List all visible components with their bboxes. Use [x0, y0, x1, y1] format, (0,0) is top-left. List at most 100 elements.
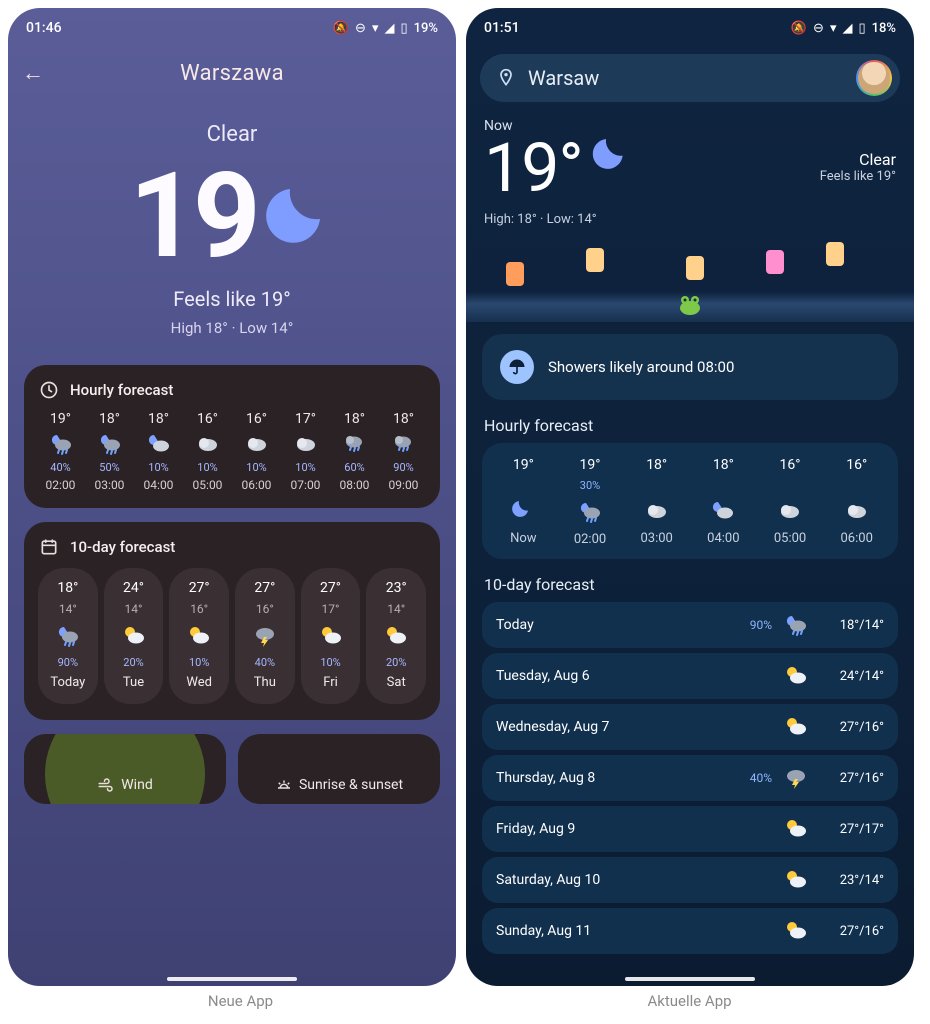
weather-icon	[185, 622, 213, 650]
hourly-cell[interactable]: 18° 50% 03:00	[87, 411, 132, 492]
hourly-precip: 60%	[344, 461, 364, 474]
hourly-cell[interactable]: 19° Now	[490, 457, 557, 547]
high-low: High 18° · Low 14°	[8, 319, 456, 337]
daily-day: Fri	[323, 675, 338, 690]
daily-low: 14°	[125, 602, 143, 616]
daily-card[interactable]: 10-day forecast 18° 14° 90% Today 24° 14…	[24, 522, 440, 720]
hourly-cell[interactable]: 16° 06:00	[823, 457, 890, 547]
weather-icon	[782, 662, 810, 690]
home-indicator[interactable]	[625, 977, 755, 981]
weather-icon	[782, 611, 810, 639]
hourly-temp: 18°	[393, 411, 414, 427]
weather-icon	[293, 431, 319, 457]
daily-low: 16°	[190, 602, 208, 616]
daily-name: Saturday, Aug 10	[496, 872, 718, 888]
moon-icon	[263, 180, 335, 252]
statusbar: 01:46 🔕 ⊖ ▾ ◢ ▯ 19%	[8, 8, 456, 48]
daily-high: 23°	[386, 580, 407, 596]
hourly-time: 06:00	[841, 531, 873, 546]
daily-high: 24°	[123, 580, 144, 596]
hourly-cell[interactable]: 18° 03:00	[623, 457, 690, 547]
hourly-cell[interactable]: 19° 30% 02:00	[557, 457, 624, 547]
daily-cell[interactable]: 27° 16° 40% Thu	[235, 568, 295, 704]
daily-list[interactable]: Today 90% 18°/14° Tuesday, Aug 6 24°/14°…	[482, 602, 898, 954]
daily-row[interactable]: Saturday, Aug 10 23°/14°	[482, 857, 898, 903]
umbrella-icon	[500, 350, 534, 384]
hourly-cell[interactable]: 16° 10% 06:00	[234, 411, 279, 492]
weather-icon	[120, 622, 148, 650]
daily-low: 17°	[322, 602, 340, 616]
statusbar: 01:51 🔕 ⊖ ▾ ◢ ▯ 18%	[466, 8, 914, 48]
hourly-time: 02:00	[46, 478, 76, 492]
moon-icon	[591, 134, 631, 174]
daily-cell[interactable]: 27° 16° 10% Wed	[169, 568, 229, 704]
illustration	[466, 232, 914, 322]
daily-row[interactable]: 18° 14° 90% Today 24° 14° 20% Tue 27° 16…	[38, 568, 426, 704]
hourly-row[interactable]: 19° 40% 02:00 18° 50% 03:00 18° 10% 04:0…	[38, 411, 426, 492]
daily-cell[interactable]: 24° 14° 20% Tue	[104, 568, 164, 704]
hourly-precip: 10%	[197, 461, 217, 474]
mute-icon: 🔕	[333, 21, 349, 36]
daily-temps: 18°/14°	[820, 618, 884, 633]
hourly-cell[interactable]: 16° 05:00	[757, 457, 824, 547]
hourly-cell[interactable]: 16° 10% 05:00	[185, 411, 230, 492]
back-button[interactable]: ←	[22, 60, 44, 86]
daily-row[interactable]: Wednesday, Aug 7 27°/16°	[482, 704, 898, 750]
hourly-temp: 18°	[713, 457, 734, 473]
hourly-precip: 10%	[295, 461, 315, 474]
daily-temps: 27°/16°	[820, 924, 884, 939]
alert-text: Showers likely around 08:00	[548, 358, 734, 376]
daily-low: 14°	[59, 602, 77, 616]
hourly-time: 04:00	[144, 478, 174, 492]
hourly-cell[interactable]: 17° 10% 07:00	[283, 411, 328, 492]
weather-icon	[97, 431, 123, 457]
daily-row[interactable]: Sunday, Aug 11 27°/16°	[482, 908, 898, 954]
daily-precip: 40%	[255, 656, 275, 669]
weather-icon	[244, 431, 270, 457]
weather-icon	[195, 431, 221, 457]
hourly-card[interactable]: Hourly forecast 19° 40% 02:00 18° 50% 03…	[24, 365, 440, 508]
wind-card[interactable]: Wind	[24, 734, 226, 804]
hourly-temp: 18°	[148, 411, 169, 427]
status-right: 🔕 ⊖ ▾ ◢ ▯ 18%	[791, 21, 896, 36]
daily-name: Thursday, Aug 8	[496, 770, 718, 786]
hourly-cell[interactable]: 19° 40% 02:00	[38, 411, 83, 492]
hourly-time: 02:00	[574, 532, 606, 547]
daily-title: 10-day forecast	[70, 538, 175, 556]
hourly-cell[interactable]: 18° 10% 04:00	[136, 411, 181, 492]
weather-icon	[843, 497, 871, 525]
daily-cell[interactable]: 23° 14° 20% Sat	[366, 568, 426, 704]
home-indicator[interactable]	[167, 977, 297, 981]
weather-icon	[782, 764, 810, 792]
daily-cell[interactable]: 27° 17° 10% Fri	[301, 568, 361, 704]
captions: Neue App Aktuelle App	[0, 986, 930, 1010]
daily-low: 14°	[387, 602, 405, 616]
weather-icon	[576, 498, 604, 526]
daily-row[interactable]: Today 90% 18°/14°	[482, 602, 898, 648]
search-bar[interactable]: Warsaw	[480, 54, 900, 102]
sunrise-card[interactable]: Sunrise & sunset	[238, 734, 440, 804]
hourly-cell[interactable]: 18° 04:00	[690, 457, 757, 547]
hourly-temp: 18°	[99, 411, 120, 427]
profile-avatar[interactable]	[856, 60, 892, 96]
daily-high: 27°	[189, 580, 210, 596]
search-city: Warsaw	[528, 66, 844, 90]
hourly-time: 03:00	[640, 531, 672, 546]
weather-icon	[382, 622, 410, 650]
hourly-row[interactable]: 19° Now 19° 30% 02:00 18° 03:00 18° 04:0…	[482, 443, 898, 559]
temperature: 19	[129, 157, 256, 275]
daily-row[interactable]: Tuesday, Aug 6 24°/14°	[482, 653, 898, 699]
daily-high: 18°	[57, 580, 78, 596]
hourly-temp: 18°	[646, 457, 667, 473]
daily-row[interactable]: Friday, Aug 9 27°/17°	[482, 806, 898, 852]
hourly-temp: 18°	[344, 411, 365, 427]
caption-left: Neue App	[16, 992, 465, 1010]
daily-day: Tue	[123, 675, 144, 690]
weather-alert[interactable]: Showers likely around 08:00	[482, 334, 898, 400]
weather-icon	[509, 497, 537, 525]
daily-day: Thu	[254, 675, 276, 690]
daily-row[interactable]: Thursday, Aug 8 40% 27°/16°	[482, 755, 898, 801]
daily-cell[interactable]: 18° 14° 90% Today	[38, 568, 98, 704]
hourly-cell[interactable]: 18° 60% 08:00	[332, 411, 377, 492]
hourly-cell[interactable]: 18° 90% 09:00	[381, 411, 426, 492]
